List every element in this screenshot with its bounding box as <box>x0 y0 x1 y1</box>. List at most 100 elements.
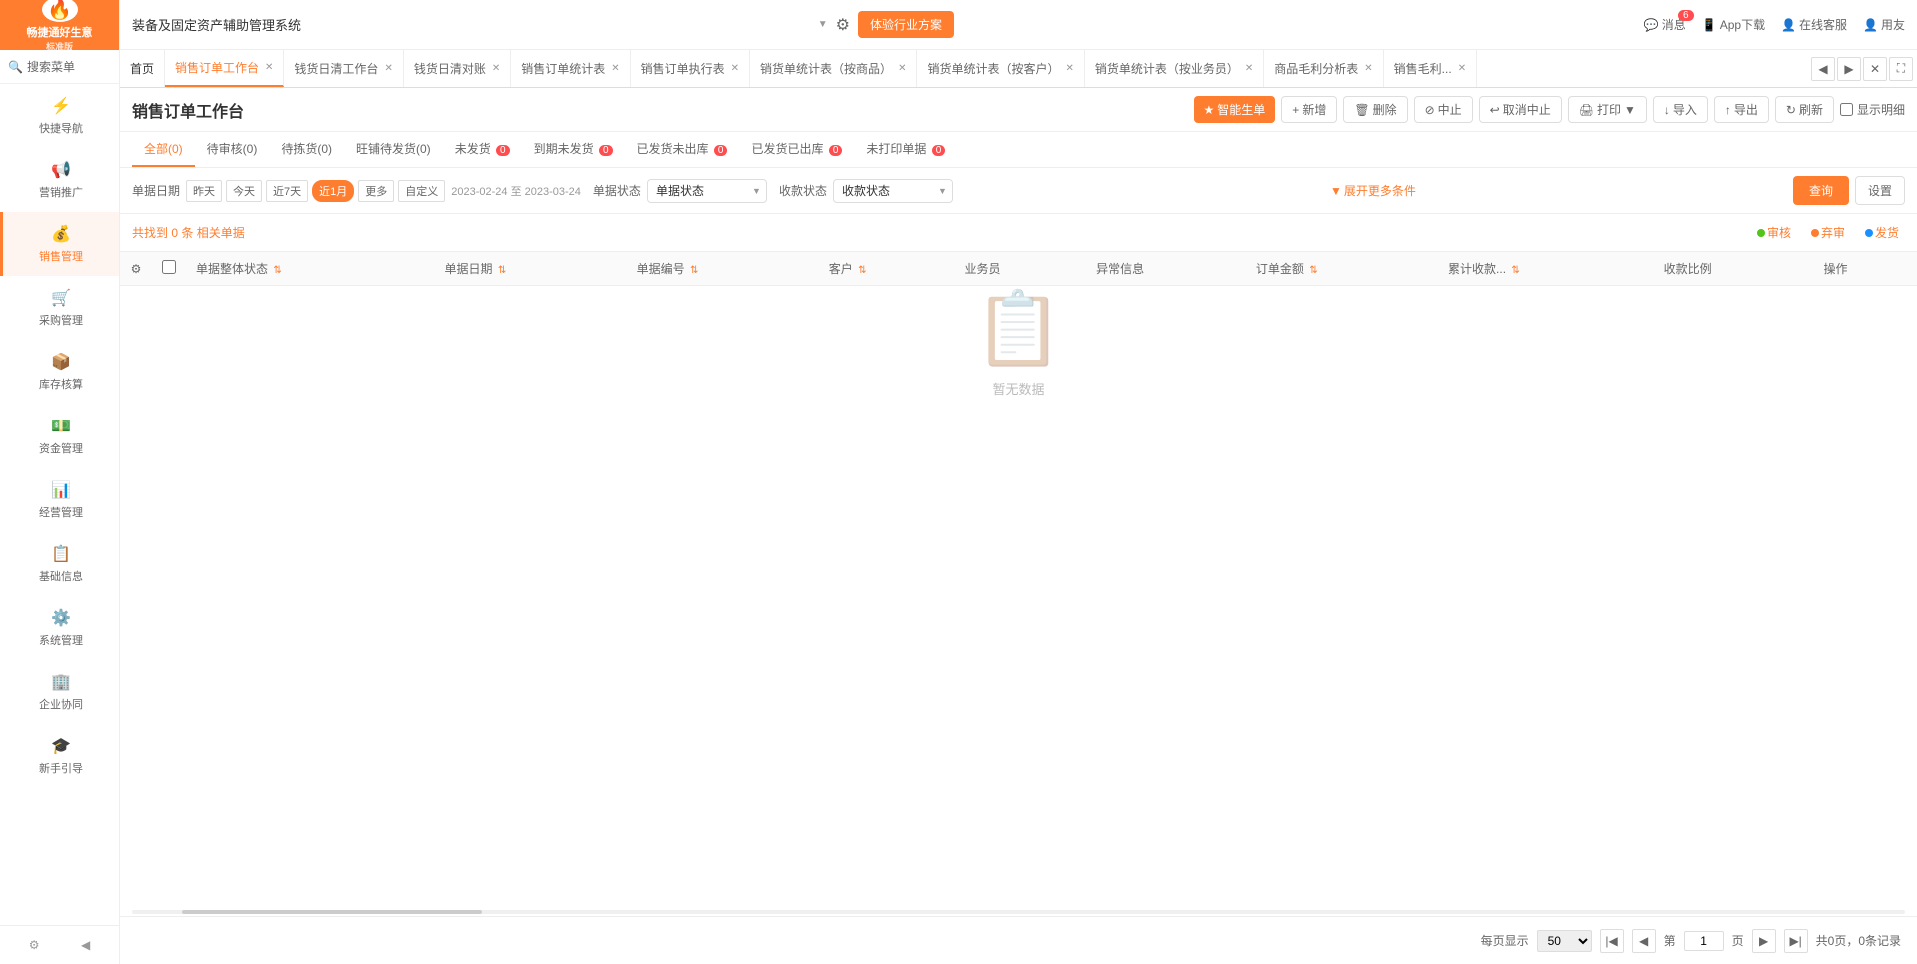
sidebar-item-quick-nav[interactable]: ⚡ 快捷导航 <box>0 84 119 148</box>
tab-sales-more[interactable]: 销售毛利... ✕ <box>1384 50 1477 87</box>
settings-filter-button[interactable]: 设置 <box>1855 176 1905 205</box>
payment-select[interactable]: 收款状态 <box>833 179 953 203</box>
col-ratio[interactable]: 收款比例 <box>1654 252 1814 286</box>
online-service-btn[interactable]: 👤 在线客服 <box>1781 16 1847 33</box>
tab-sales-workbench[interactable]: 销售订单工作台 ✕ <box>165 50 284 87</box>
export-button[interactable]: ↑ 导出 <box>1714 96 1769 123</box>
col-operation[interactable]: 操作 <box>1813 252 1917 286</box>
date-btn-today[interactable]: 今天 <box>226 180 262 202</box>
page-first-btn[interactable]: |◀ <box>1600 929 1624 953</box>
sidebar-item-finance[interactable]: 💵 资金管理 <box>0 404 119 468</box>
scroll-track[interactable] <box>132 910 1905 914</box>
sidebar-item-marketing[interactable]: 📢 营销推广 <box>0 148 119 212</box>
tab-summary-staff-close[interactable]: ✕ <box>1245 63 1253 74</box>
tab-sales-exec-close[interactable]: ✕ <box>731 63 739 74</box>
col-received[interactable]: 累计收款... ⇅ <box>1438 252 1654 286</box>
tab-sales-exec[interactable]: 销售订单执行表 ✕ <box>631 50 750 87</box>
col-staff[interactable]: 业务员 <box>954 252 1086 286</box>
page-size-select[interactable]: 50 100 200 <box>1537 930 1592 952</box>
sidebar-item-basic[interactable]: 📋 基础信息 <box>0 532 119 596</box>
tab-sales-workbench-close[interactable]: ✕ <box>265 62 273 73</box>
scroll-thumb[interactable] <box>182 910 482 914</box>
settings-bottom-btn[interactable]: ⚙ <box>25 934 44 956</box>
tab-close-all-btn[interactable]: ✕ <box>1863 57 1887 81</box>
col-amount[interactable]: 订单金额 ⇅ <box>1246 252 1438 286</box>
query-button[interactable]: 查询 <box>1793 176 1849 205</box>
tab-summary-product[interactable]: 销货单统计表（按商品） ✕ <box>750 50 917 87</box>
system-dropdown-arrow[interactable]: ▼ <box>818 19 828 30</box>
date-btn-month[interactable]: 近1月 <box>312 180 354 202</box>
tab-cash-reconcile[interactable]: 钱货日清对账 ✕ <box>404 50 511 87</box>
page-next-btn[interactable]: ▶ <box>1752 929 1776 953</box>
tab-cash-daily-close[interactable]: ✕ <box>384 63 392 74</box>
tab-gross-profit[interactable]: 商品毛利分析表 ✕ <box>1264 50 1383 87</box>
import-button[interactable]: ↓ 导入 <box>1653 96 1708 123</box>
ship-action-btn[interactable]: 发货 <box>1859 222 1905 243</box>
sidebar-item-sales[interactable]: 💰 销售管理 <box>0 212 119 276</box>
search-menu[interactable]: 🔍 搜索菜单 <box>0 50 119 84</box>
smart-create-button[interactable]: ★ 智能生单 <box>1194 96 1276 123</box>
subtab-wangpu[interactable]: 旺铺待发货(0) <box>344 132 443 167</box>
tab-sales-stats[interactable]: 销售订单统计表 ✕ <box>511 50 630 87</box>
col-check[interactable] <box>152 252 186 286</box>
sidebar-item-system[interactable]: ⚙️ 系统管理 <box>0 596 119 660</box>
subtab-overdue[interactable]: 到期未发货 0 <box>522 132 625 167</box>
col-status[interactable]: 单据整体状态 ⇅ <box>186 252 435 286</box>
app-download-btn[interactable]: 📱 App下载 <box>1702 16 1765 33</box>
tab-maximize-btn[interactable]: ⛶ <box>1889 57 1913 81</box>
subtab-pending-inspect[interactable]: 待拣货(0) <box>269 132 344 167</box>
delete-button[interactable]: 🗑 删除 <box>1343 96 1407 123</box>
col-date[interactable]: 单据日期 ⇅ <box>435 252 627 286</box>
col-customer[interactable]: 客户 ⇅ <box>819 252 955 286</box>
date-btn-more[interactable]: 更多 <box>358 180 394 202</box>
subtab-shipped-out[interactable]: 已发货已出库 0 <box>739 132 854 167</box>
cancel-review-action-btn[interactable]: 弃审 <box>1805 222 1851 243</box>
show-detail-checkbox-wrap[interactable]: 显示明细 <box>1840 101 1905 118</box>
cancel-pause-button[interactable]: ↩ 取消中止 <box>1479 96 1562 123</box>
col-number[interactable]: 单据编号 ⇅ <box>627 252 819 286</box>
sidebar-item-inventory[interactable]: 📦 库存核算 <box>0 340 119 404</box>
tab-gross-profit-close[interactable]: ✕ <box>1364 63 1372 74</box>
tab-summary-customer-close[interactable]: ✕ <box>1065 63 1073 74</box>
tab-summary-customer[interactable]: 销货单统计表（按客户） ✕ <box>917 50 1084 87</box>
tab-prev-btn[interactable]: ◀ <box>1811 57 1835 81</box>
sidebar-item-purchase[interactable]: 🛒 采购管理 <box>0 276 119 340</box>
sidebar-item-operations[interactable]: 📊 经营管理 <box>0 468 119 532</box>
add-button[interactable]: + 新增 <box>1281 96 1337 123</box>
user-menu-btn[interactable]: 👤 用友 <box>1863 16 1905 33</box>
page-prev-btn[interactable]: ◀ <box>1632 929 1656 953</box>
print-button[interactable]: 🖨 打印 ▼ <box>1568 96 1647 123</box>
page-number-input[interactable] <box>1684 931 1724 951</box>
industry-solution-button[interactable]: 体验行业方案 <box>858 11 954 38</box>
tab-home[interactable]: 首页 <box>120 50 165 87</box>
sidebar-item-enterprise[interactable]: 🏢 企业协同 <box>0 660 119 724</box>
tab-cash-daily[interactable]: 钱货日清工作台 ✕ <box>284 50 403 87</box>
date-btn-yesterday[interactable]: 昨天 <box>186 180 222 202</box>
subtab-shipped-not-out[interactable]: 已发货未出库 0 <box>625 132 740 167</box>
refresh-button[interactable]: ↻ 刷新 <box>1775 96 1834 123</box>
tab-summary-staff[interactable]: 销货单统计表（按业务员） ✕ <box>1085 50 1264 87</box>
subtab-pending-review[interactable]: 待审核(0) <box>195 132 270 167</box>
tab-sales-stats-close[interactable]: ✕ <box>611 63 619 74</box>
date-btn-custom[interactable]: 自定义 <box>398 180 445 202</box>
sidebar-item-guide[interactable]: 🎓 新手引导 <box>0 724 119 788</box>
subtab-all[interactable]: 全部(0) <box>132 132 195 167</box>
subtab-unshipped[interactable]: 未发货 0 <box>443 132 522 167</box>
status-select[interactable]: 单据状态 <box>647 179 767 203</box>
tab-summary-product-close[interactable]: ✕ <box>898 63 906 74</box>
tab-cash-reconcile-close[interactable]: ✕ <box>492 63 500 74</box>
show-detail-checkbox[interactable] <box>1840 103 1853 116</box>
subtab-unprinted[interactable]: 未打印单据 0 <box>854 132 957 167</box>
review-action-btn[interactable]: 审核 <box>1751 222 1797 243</box>
header-settings-icon[interactable]: ⚙ <box>836 15 850 35</box>
tab-sales-more-close[interactable]: ✕ <box>1458 63 1466 74</box>
tab-next-btn[interactable]: ▶ <box>1837 57 1861 81</box>
page-last-btn[interactable]: ▶| <box>1784 929 1808 953</box>
date-btn-7days[interactable]: 近7天 <box>266 180 308 202</box>
collapse-btn[interactable]: ◀ <box>77 934 94 956</box>
expand-filter-btn[interactable]: ▼ 展开更多条件 <box>1330 182 1416 199</box>
col-abnormal[interactable]: 异常信息 <box>1086 252 1246 286</box>
col-settings[interactable]: ⚙ <box>120 252 152 286</box>
select-all-checkbox[interactable] <box>162 260 176 274</box>
message-btn[interactable]: 💬 消息 6 <box>1644 16 1686 33</box>
